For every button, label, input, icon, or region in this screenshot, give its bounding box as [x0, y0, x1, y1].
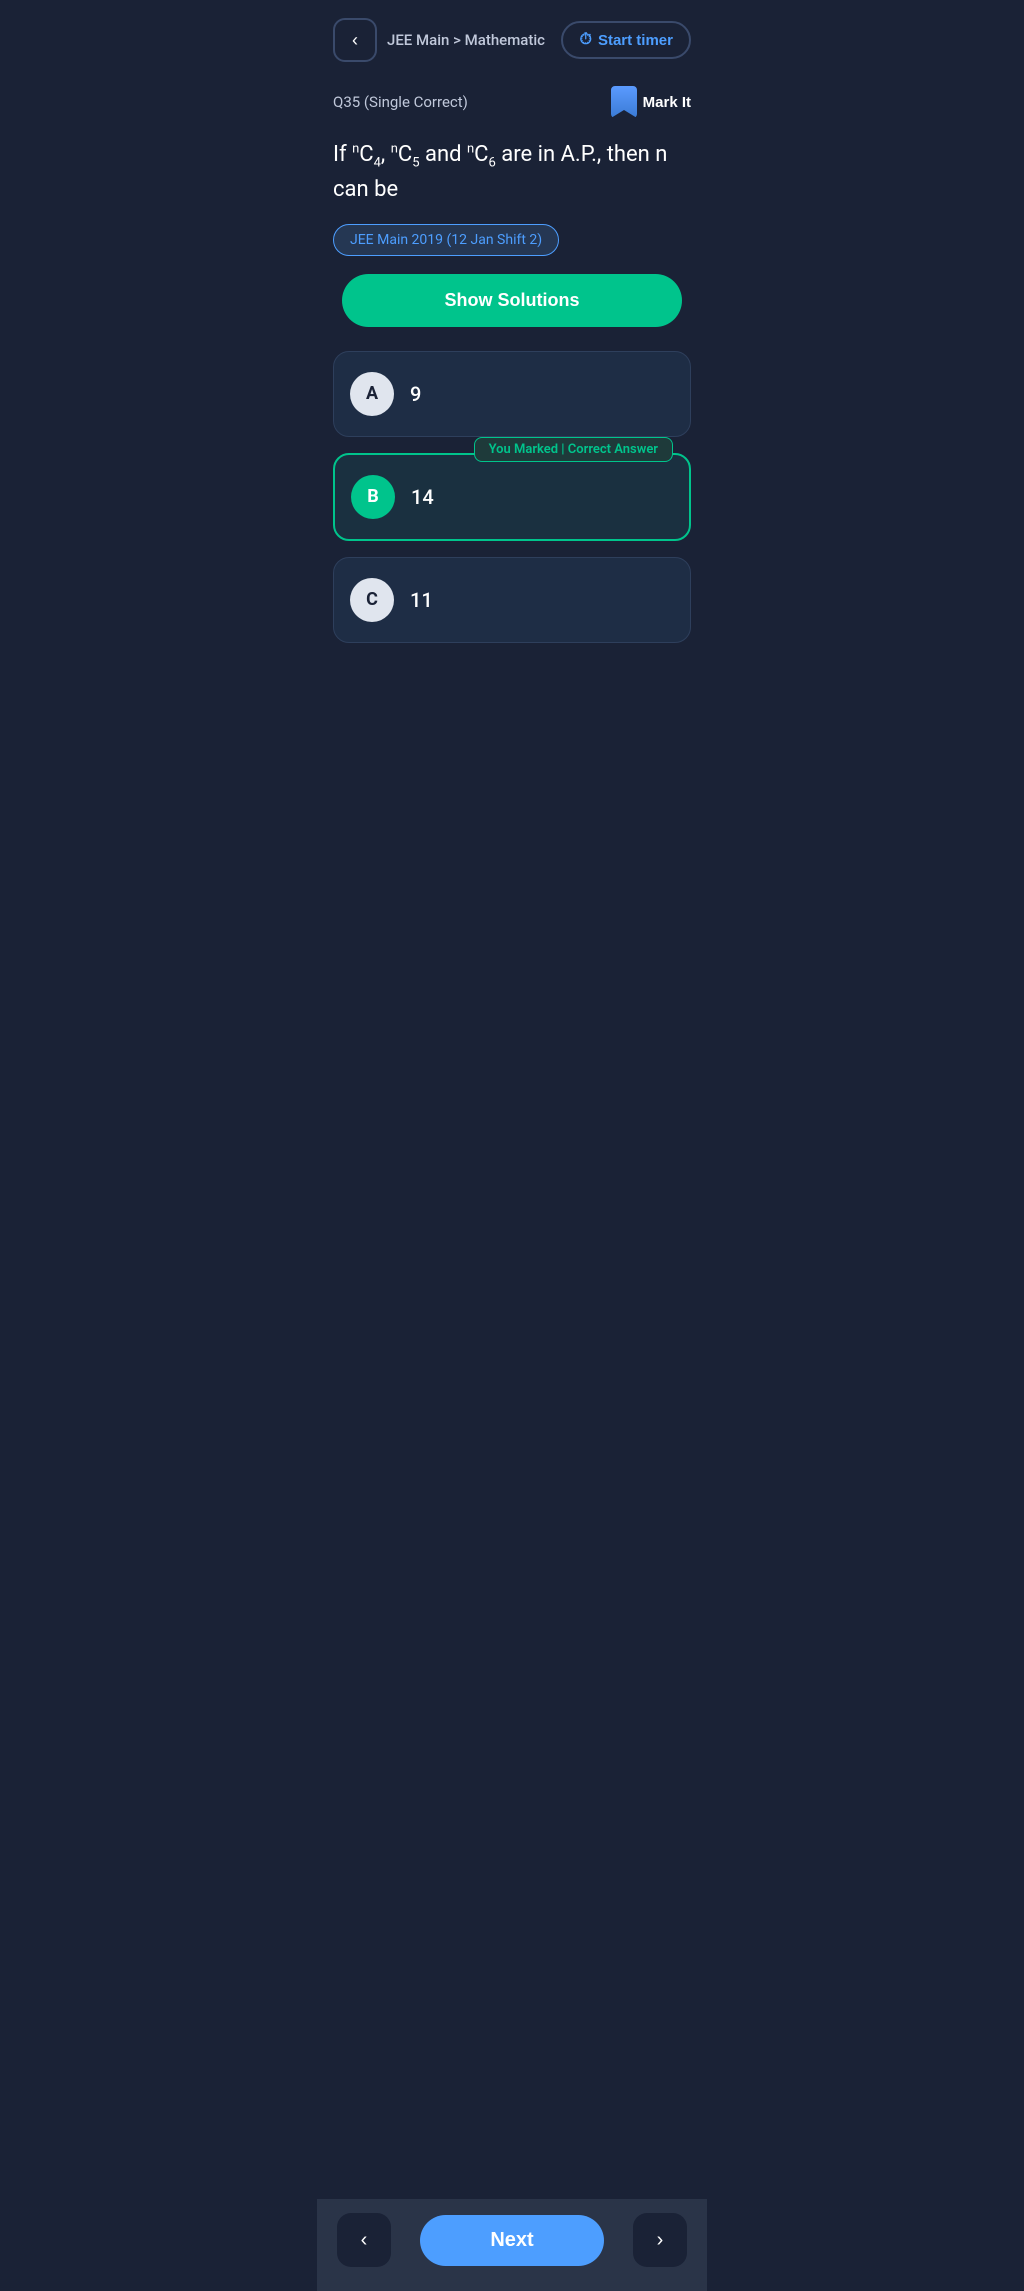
tag-container: JEE Main 2019 (12 Jan Shift 2) [317, 224, 707, 274]
mark-it-button[interactable]: Mark It [611, 86, 691, 118]
bookmark-icon [611, 86, 637, 118]
question-label: Q35 (Single Correct) [333, 93, 468, 111]
correct-answer-tooltip: You Marked | Correct Answer [474, 437, 673, 462]
question-meta: Q35 (Single Correct) Mark It [317, 76, 707, 126]
bottom-nav: ‹ Next › [317, 2199, 707, 2291]
breadcrumb: JEE Main > Mathematic [377, 31, 561, 49]
question-tag: JEE Main 2019 (12 Jan Shift 2) [333, 224, 559, 256]
next-button[interactable]: Next [420, 2215, 603, 2266]
option-a-circle: A [350, 372, 394, 416]
option-c-circle: C [350, 578, 394, 622]
option-b-card[interactable]: You Marked | Correct Answer B 14 [333, 453, 691, 541]
option-c-value: 11 [410, 588, 433, 612]
start-timer-button[interactable]: ⏱ Start timer [561, 21, 691, 59]
header: ‹ JEE Main > Mathematic ⏱ Start timer [317, 0, 707, 76]
timer-icon: ⏱ [579, 31, 591, 49]
option-b-value: 14 [411, 485, 434, 509]
forward-button[interactable]: › [633, 2213, 687, 2267]
option-c-card[interactable]: C 11 [333, 557, 691, 643]
back-button[interactable]: ‹ [333, 18, 377, 62]
timer-label: Start timer [598, 32, 673, 49]
option-a-value: 9 [410, 382, 421, 406]
next-icon: › [657, 2229, 664, 2252]
options-container: A 9 You Marked | Correct Answer B 14 C 1… [317, 351, 707, 643]
option-a-card[interactable]: A 9 [333, 351, 691, 437]
prev-icon: ‹ [361, 2229, 368, 2252]
show-solutions-button[interactable]: Show Solutions [342, 274, 682, 327]
question-text: If nC4, nC5 and nC6 are in A.P., then n … [317, 126, 707, 224]
prev-button[interactable]: ‹ [337, 2213, 391, 2267]
option-b-circle: B [351, 475, 395, 519]
solutions-container: Show Solutions [317, 274, 707, 351]
mark-it-label: Mark It [643, 94, 691, 111]
back-icon: ‹ [352, 30, 358, 51]
